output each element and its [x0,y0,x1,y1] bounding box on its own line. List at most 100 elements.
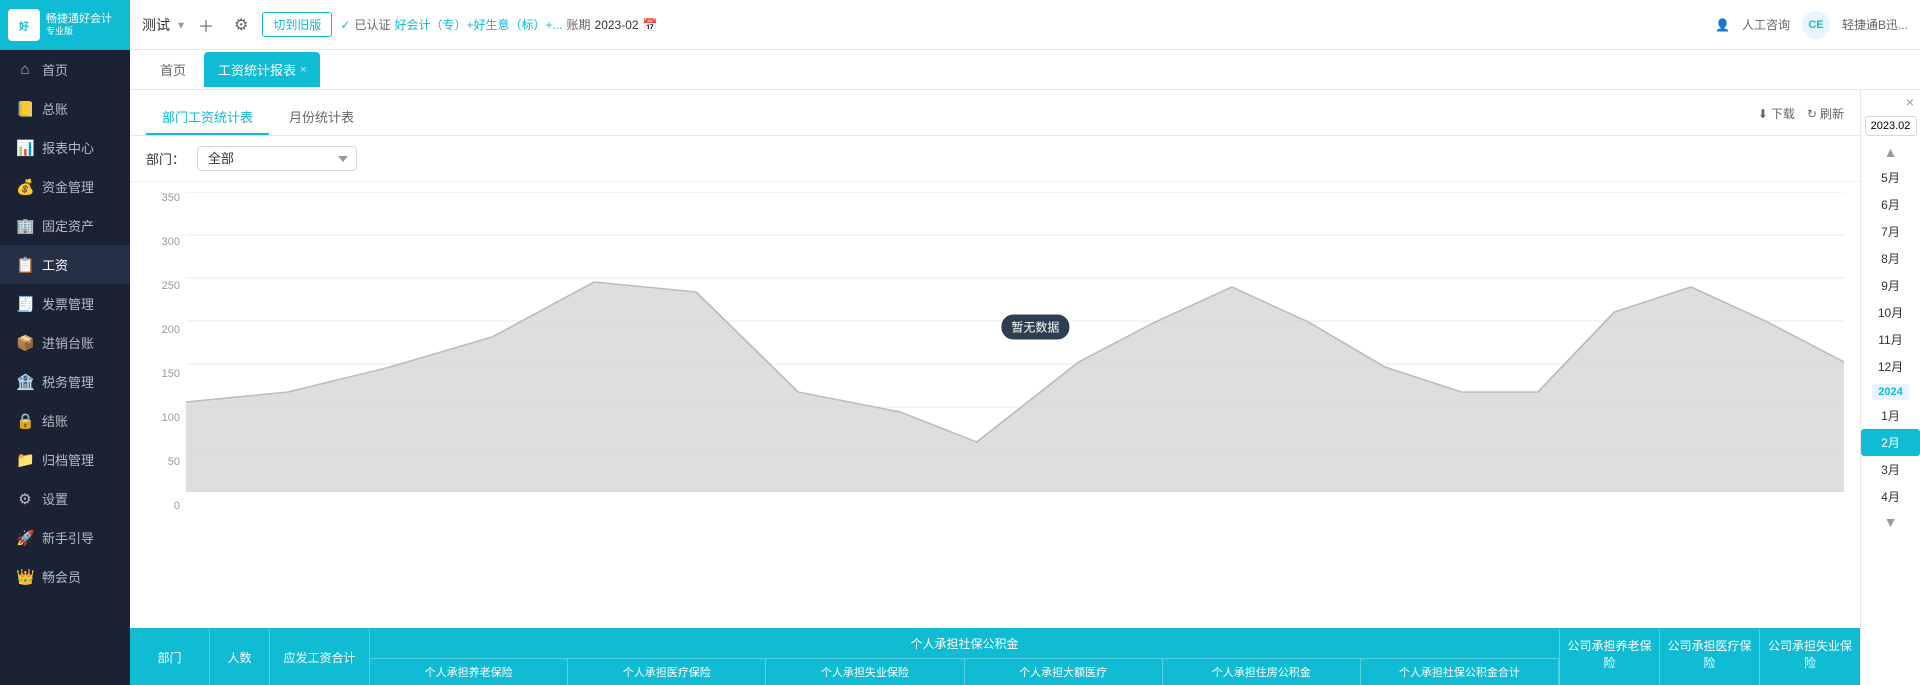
date-year-input[interactable] [1865,116,1917,136]
dept-filter-select[interactable]: 全部 销售部 财务部 技术部 行政部 [197,146,357,171]
filter-bar: 部门： 全部 销售部 财务部 技术部 行政部 [130,136,1860,182]
date-month-4[interactable]: 4月 [1861,483,1920,510]
close-accounts-icon: 🔒 [16,412,34,430]
subtab-monthly-label: 月份统计表 [289,110,354,125]
th-company-unemployment: 公司承担失业保险 [1760,629,1860,685]
sidebar-label-guide: 新手引导 [42,528,94,547]
sidebar-item-settings[interactable]: ⚙ 设置 [0,479,130,518]
tab-home-label: 首页 [160,60,186,79]
subtab-dept-label: 部门工资统计表 [162,110,253,125]
tab-salary-report[interactable]: 工资统计报表 × [204,52,320,87]
th-personal-total: 个人承担社保公积金合计 [1361,659,1559,685]
sidebar-label-ledger: 总账 [42,99,68,118]
sidebar-item-close[interactable]: 🔒 结账 [0,401,130,440]
chart-container: 350 300 250 200 150 100 50 0 [146,192,1844,512]
date-month-8[interactable]: 8月 [1861,245,1920,272]
download-button[interactable]: ⬇ 下载 [1758,105,1795,122]
guide-icon: 🚀 [16,529,34,547]
invoice-icon: 🧾 [16,295,34,313]
ai-consult-icon: 👤 [1715,18,1730,32]
th-company-medical: 公司承担医疗保险 [1660,629,1760,685]
date-year-2024-badge: 2024 [1872,384,1908,400]
sidebar-item-archive[interactable]: 📁 归档管理 [0,440,130,479]
project-name: 测试 [142,15,170,35]
sidebar-item-assets[interactable]: 🏢 固定资产 [0,206,130,245]
sidebar-item-tax[interactable]: 🏦 税务管理 [0,362,130,401]
date-nav-up: ▲ [1861,140,1920,164]
add-button[interactable]: ＋ [192,11,220,39]
sidebar-label-assets: 固定资产 [42,216,94,235]
th-count-label: 人数 [227,649,251,666]
calendar-icon[interactable]: 📅 [643,18,658,32]
date-nav-up-button[interactable]: ▲ [1876,142,1906,162]
th-group-personal: 个人承担社保公积金 个人承担养老保险 个人承担医疗保险 个人承担失业保险 个人承… [370,629,1560,685]
th-total-salary-label: 应发工资合计 [283,649,355,666]
sidebar-item-ledger[interactable]: 📒 总账 [0,89,130,128]
subtab-dept[interactable]: 部门工资统计表 [146,100,269,135]
sidebar-item-invoice[interactable]: 🧾 发票管理 [0,284,130,323]
date-month-1[interactable]: 1月 [1861,402,1920,429]
logo-name: 畅捷通好会计 [46,12,112,26]
sidebar-item-guide[interactable]: 🚀 新手引导 [0,518,130,557]
tabbar: 首页 工资统计报表 × [130,50,1920,90]
period-value: 2023-02 [595,18,639,32]
date-month-12[interactable]: 12月 [1861,353,1920,380]
reports-icon: 📊 [16,139,34,157]
refresh-button[interactable]: ↻ 刷新 [1807,105,1844,122]
sidebar: 好 畅捷通好会计 专业版 ⌂ 首页 📒 总账 📊 报表中心 💰 资金管理 🏢 固… [0,0,130,685]
refresh-icon: ↻ [1807,107,1817,121]
date-sidebar: × ▲ 5月 6月 7月 8月 9月 10月 11月 12月 2024 1月 2… [1860,90,1920,685]
sidebar-item-funds[interactable]: 💰 资金管理 [0,167,130,206]
tab-close-icon[interactable]: × [300,64,306,76]
sidebar-item-salary[interactable]: 📋 工资 [0,245,130,284]
download-icon: ⬇ [1758,107,1768,121]
chart-area: 350 300 250 200 150 100 50 0 [130,182,1860,628]
tooltip-text: 暂无数据 [1011,321,1059,335]
assets-icon: 🏢 [16,217,34,235]
sidebar-label-invoice: 发票管理 [42,294,94,313]
date-month-2-active[interactable]: 2月 [1861,429,1920,456]
tab-home[interactable]: 首页 [146,52,200,87]
funds-icon: 💰 [16,178,34,196]
th-dept: 部门 [130,629,210,685]
th-group-personal-title: 个人承担社保公积金 [370,629,1559,659]
certified-label: 已认证 [354,16,390,33]
sidebar-item-reports[interactable]: 📊 报表中心 [0,128,130,167]
date-month-7[interactable]: 7月 [1861,218,1920,245]
sidebar-item-sales[interactable]: 📦 进销台账 [0,323,130,362]
sidebar-label-tax: 税务管理 [42,372,94,391]
sidebar-label-close: 结账 [42,411,68,430]
ai-consult-button[interactable]: 人工咨询 [1742,16,1790,33]
sidebar-label-home: 首页 [42,60,68,79]
tab-salary-label: 工资统计报表 [218,60,296,79]
main-area: 测试 ▾ ＋ ⚙ 切到旧版 ✓ 已认证 好会计（专）+好生意（标）+... 账期… [130,0,1920,685]
project-dropdown-icon[interactable]: ▾ [178,18,184,32]
sidebar-label-settings: 设置 [42,489,68,508]
th-count: 人数 [210,629,270,685]
date-month-5[interactable]: 5月 [1861,164,1920,191]
sidebar-item-home[interactable]: ⌂ 首页 [0,50,130,89]
date-month-6[interactable]: 6月 [1861,191,1920,218]
topbar-right: 👤 人工咨询 CE 轻捷通B迅... [1715,11,1908,39]
switch-version-button[interactable]: 切到旧版 [262,12,332,37]
status-bar: ✓ 已认证 好会计（专）+好生意（标）+... 账期 2023-02 📅 [340,16,657,33]
avatar: CE [1802,11,1830,39]
subtab-monthly[interactable]: 月份统计表 [273,100,370,135]
period-label: 账期 [567,16,591,33]
date-sidebar-close-button[interactable]: × [1900,90,1920,114]
settings-icon: ⚙ [16,490,34,508]
tags-label: 好会计（专）+好生意（标）+... [394,16,562,33]
settings-gear-button[interactable]: ⚙ [228,13,254,37]
th-company-pension: 公司承担养老保险 [1560,629,1660,685]
th-personal-medical: 个人承担医疗保险 [568,659,766,685]
date-nav-down-button[interactable]: ▼ [1876,512,1906,532]
date-month-11[interactable]: 11月 [1861,326,1920,353]
subtab-actions: ⬇ 下载 ↻ 刷新 [1758,105,1844,130]
table-header: 部门 人数 应发工资合计 个人承担社保公积金 个人承担养老保险 [130,628,1860,685]
sidebar-label-sales: 进销台账 [42,333,94,352]
sidebar-item-vip[interactable]: 👑 畅会员 [0,557,130,596]
date-month-10[interactable]: 10月 [1861,299,1920,326]
logo-text: 畅捷通好会计 专业版 [46,12,112,38]
date-month-9[interactable]: 9月 [1861,272,1920,299]
date-month-3[interactable]: 3月 [1861,456,1920,483]
